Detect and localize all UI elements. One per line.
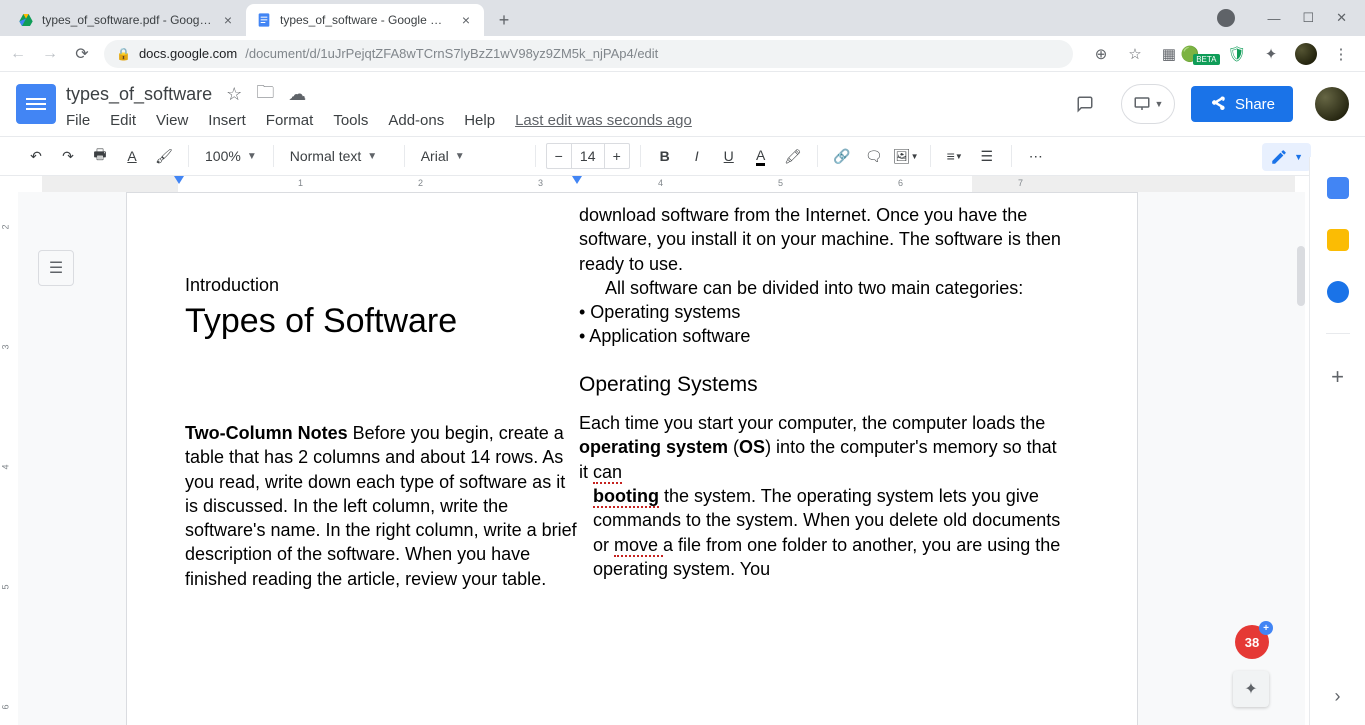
font-size-increase[interactable]: + bbox=[605, 144, 629, 168]
open-comments-button[interactable] bbox=[1065, 84, 1105, 124]
more-tools-button[interactable]: ⋯ bbox=[1022, 142, 1050, 170]
menu-help[interactable]: Help bbox=[464, 112, 495, 129]
font-size-stepper: − 14 + bbox=[546, 143, 630, 169]
italic-button[interactable]: I bbox=[683, 142, 711, 170]
docs-logo-icon[interactable] bbox=[16, 84, 56, 124]
keep-icon[interactable] bbox=[1327, 229, 1349, 251]
print-button[interactable]: 🖶 bbox=[86, 142, 114, 170]
document-title[interactable]: types_of_software bbox=[66, 84, 212, 105]
cloud-status-icon[interactable]: ☁ bbox=[288, 84, 306, 105]
browser-actions: ⊕ ☆ ▦ 🟢BETA 🛡 ✦ ⋮ bbox=[1085, 43, 1357, 65]
document-canvas: 2 3 4 5 6 ☰ Introduction Types of Softwa… bbox=[0, 192, 1305, 725]
scrollbar-thumb[interactable] bbox=[1297, 246, 1305, 306]
document-page[interactable]: Introduction Types of Software Two-Colum… bbox=[126, 192, 1138, 725]
back-button[interactable]: ← bbox=[8, 44, 28, 64]
drive-icon bbox=[18, 12, 34, 28]
docs-header: types_of_software ☆ 🗀 ☁ File Edit View I… bbox=[0, 72, 1365, 136]
undo-button[interactable]: ↶ bbox=[22, 142, 50, 170]
forward-button[interactable]: → bbox=[40, 44, 60, 64]
last-edit-link[interactable]: Last edit was seconds ago bbox=[515, 112, 692, 129]
menu-addons[interactable]: Add-ons bbox=[388, 112, 444, 129]
star-icon[interactable]: ☆ bbox=[226, 84, 242, 105]
browser-toolbar: ← → ⟳ 🔒 docs.google.com/document/d/1uJrP… bbox=[0, 36, 1365, 72]
tab-title: types_of_software.pdf - Google Drive bbox=[42, 13, 212, 27]
extension-beta-icon[interactable]: 🟢BETA bbox=[1193, 44, 1213, 64]
section-heading: Operating Systems bbox=[579, 371, 1069, 399]
underline-button[interactable]: U bbox=[715, 142, 743, 170]
maximize-button[interactable]: ☐ bbox=[1302, 10, 1314, 26]
redo-button[interactable]: ↷ bbox=[54, 142, 82, 170]
tasks-icon[interactable] bbox=[1327, 281, 1349, 303]
address-bar[interactable]: 🔒 docs.google.com/document/d/1uJrPejqtZF… bbox=[104, 40, 1073, 68]
side-panel: + › bbox=[1309, 157, 1365, 725]
font-size-value[interactable]: 14 bbox=[571, 144, 605, 168]
text-color-button[interactable]: A bbox=[747, 142, 775, 170]
font-family-select[interactable]: Arial▼ bbox=[415, 148, 525, 164]
highlight-button[interactable]: 🖍 bbox=[779, 142, 807, 170]
close-icon[interactable]: × bbox=[220, 12, 236, 28]
move-icon[interactable]: 🗀 bbox=[256, 80, 274, 110]
menu-file[interactable]: File bbox=[66, 112, 90, 129]
docs-toolbar: ↶ ↷ 🖶 A 🖌 100%▼ Normal text▼ Arial▼ − 14… bbox=[0, 136, 1365, 176]
profile-indicator-icon[interactable] bbox=[1217, 9, 1235, 27]
minimize-button[interactable]: — bbox=[1267, 11, 1280, 26]
browser-tab-active[interactable]: types_of_software - Google Docs × bbox=[246, 4, 484, 36]
menu-tools[interactable]: Tools bbox=[333, 112, 368, 129]
calendar-icon[interactable] bbox=[1327, 177, 1349, 199]
align-button[interactable]: ≡▼ bbox=[941, 142, 969, 170]
chrome-menu-button[interactable]: ⋮ bbox=[1331, 44, 1351, 64]
menu-insert[interactable]: Insert bbox=[208, 112, 246, 129]
tab-title: types_of_software - Google Docs bbox=[280, 13, 450, 27]
spellcheck-button[interactable]: A bbox=[118, 142, 146, 170]
left-indent-marker[interactable] bbox=[174, 176, 184, 184]
share-button[interactable]: Share bbox=[1191, 86, 1293, 122]
zoom-icon[interactable]: ⊕ bbox=[1091, 44, 1111, 64]
paint-format-button[interactable]: 🖌 bbox=[150, 142, 178, 170]
menu-edit[interactable]: Edit bbox=[110, 112, 136, 129]
explore-button[interactable]: ✦ bbox=[1233, 671, 1269, 707]
docs-icon bbox=[256, 12, 272, 28]
shield-icon[interactable]: 🛡 bbox=[1227, 44, 1247, 64]
hide-sidepanel-button[interactable]: › bbox=[1335, 686, 1341, 707]
insert-comment-button[interactable]: 🗨 bbox=[860, 142, 888, 170]
reload-button[interactable]: ⟳ bbox=[72, 44, 92, 64]
url-path: /document/d/1uJrPejqtZFA8wTCrnS7lyBzZ1wV… bbox=[245, 46, 658, 61]
indent-marker[interactable] bbox=[572, 176, 582, 184]
extension-icon[interactable]: ▦ bbox=[1159, 44, 1179, 64]
menu-format[interactable]: Format bbox=[266, 112, 314, 129]
account-avatar[interactable] bbox=[1315, 87, 1349, 121]
url-host: docs.google.com bbox=[139, 46, 237, 61]
notification-badge[interactable]: 38 bbox=[1235, 625, 1269, 659]
window-controls: — ☐ ✕ bbox=[1217, 0, 1365, 36]
profile-avatar[interactable] bbox=[1295, 43, 1317, 65]
close-icon[interactable]: × bbox=[458, 12, 474, 28]
close-window-button[interactable]: ✕ bbox=[1336, 10, 1347, 26]
menu-bar: File Edit View Insert Format Tools Add-o… bbox=[66, 112, 1055, 129]
insert-image-button[interactable]: 🖼▼ bbox=[892, 142, 920, 170]
right-column-text: download software from the Internet. Onc… bbox=[579, 203, 1069, 581]
extensions-puzzle-icon[interactable]: ✦ bbox=[1261, 44, 1281, 64]
zoom-select[interactable]: 100%▼ bbox=[199, 148, 263, 164]
get-addons-button[interactable]: + bbox=[1331, 364, 1344, 390]
left-column-text: Two-Column Notes Before you begin, creat… bbox=[185, 421, 580, 591]
vertical-ruler[interactable]: 2 3 4 5 6 bbox=[0, 192, 18, 725]
new-tab-button[interactable]: + bbox=[490, 6, 518, 34]
line-spacing-button[interactable]: ☰ bbox=[973, 142, 1001, 170]
horizontal-ruler[interactable]: 1 2 3 4 5 6 7 bbox=[42, 176, 1295, 192]
bold-button[interactable]: B bbox=[651, 142, 679, 170]
editing-mode-button[interactable]: ▼ bbox=[1262, 143, 1311, 171]
lock-icon: 🔒 bbox=[116, 47, 131, 61]
show-outline-button[interactable]: ☰ bbox=[38, 250, 74, 286]
insert-link-button[interactable]: 🔗 bbox=[828, 142, 856, 170]
present-button[interactable]: ▼ bbox=[1121, 84, 1175, 124]
font-size-decrease[interactable]: − bbox=[547, 144, 571, 168]
browser-tab[interactable]: types_of_software.pdf - Google Drive × bbox=[8, 4, 246, 36]
browser-tab-strip: types_of_software.pdf - Google Drive × t… bbox=[0, 0, 1365, 36]
menu-view[interactable]: View bbox=[156, 112, 188, 129]
paragraph-style-select[interactable]: Normal text▼ bbox=[284, 148, 394, 164]
share-label: Share bbox=[1235, 96, 1275, 113]
bookmark-star-icon[interactable]: ☆ bbox=[1125, 44, 1145, 64]
